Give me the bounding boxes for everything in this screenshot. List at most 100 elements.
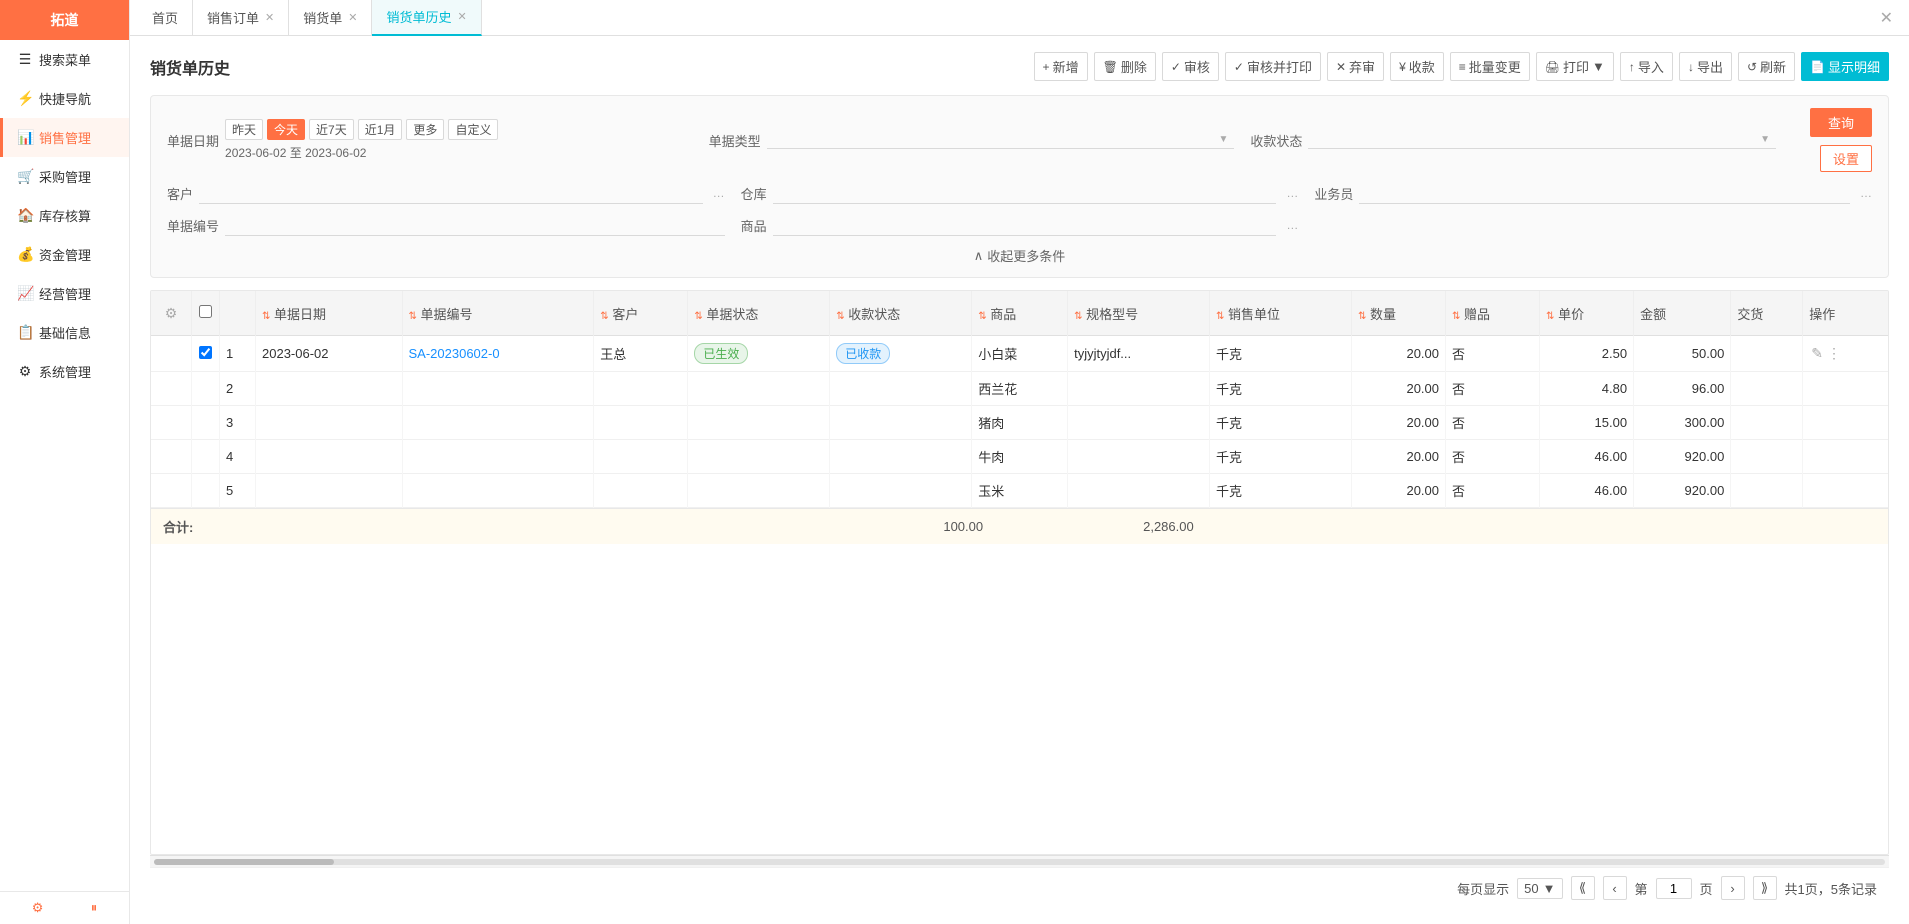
tab-close-sales-history[interactable]: ✕ <box>458 10 467 23</box>
goods-dots-btn[interactable]: … <box>1286 218 1298 232</box>
audit-print-btn-icon: ✓ <box>1234 60 1244 74</box>
first-page-btn[interactable]: ⟪ <box>1571 876 1595 900</box>
date-btn-today[interactable]: 今天 <box>267 119 305 140</box>
per-page-select[interactable]: 50 ▼ <box>1517 878 1562 899</box>
row-pay-status-0: 已收款 <box>830 336 972 372</box>
prev-page-btn[interactable]: ‹ <box>1603 876 1627 900</box>
sidebar-item-quick-nav[interactable]: ⚡快捷导航 <box>0 79 129 118</box>
tab-close-sales-order[interactable]: ✕ <box>265 11 274 24</box>
date-btn-custom[interactable]: 自定义 <box>448 119 498 140</box>
show-detail-button[interactable]: 📄显示明细 <box>1801 52 1889 81</box>
row-no-3: 4 <box>220 440 256 474</box>
warehouse-dots-btn[interactable]: … <box>1286 186 1298 200</box>
tab-sales-delivery[interactable]: 销货单✕ <box>289 0 372 36</box>
new-button[interactable]: +新增 <box>1034 52 1088 81</box>
date-btn-7days[interactable]: 近7天 <box>309 119 354 140</box>
import-button[interactable]: ↑导入 <box>1620 52 1673 81</box>
row-select-checkbox-0[interactable] <box>199 346 212 359</box>
doc-no-input[interactable] <box>225 214 725 236</box>
setup-button[interactable]: 设置 <box>1820 145 1872 172</box>
table-row: 4 牛肉 千克 20.00 否 46.00 920.00 <box>151 440 1888 474</box>
sidebar-item-purchase-mgmt[interactable]: 🛒采购管理 <box>0 157 129 196</box>
table-wrapper: ⚙ ⇅ 单据日期 ⇅ 单据编号 ⇅ 客户 ⇅ 单据状态 ⇅ 收款状态 ⇅ 商品 … <box>150 290 1889 855</box>
close-all-tabs-button[interactable]: ✕ <box>1872 8 1901 28</box>
row-amount-0: 50.00 <box>1634 336 1731 372</box>
table-header-row: ⚙ ⇅ 单据日期 ⇅ 单据编号 ⇅ 客户 ⇅ 单据状态 ⇅ 收款状态 ⇅ 商品 … <box>151 291 1888 336</box>
row-pay-status-4 <box>830 474 972 508</box>
pay-status-select[interactable]: ▼ <box>1308 131 1776 149</box>
row-doc-no-3 <box>402 440 594 474</box>
sidebar-toggle-btn[interactable]: ⏸ <box>91 900 98 916</box>
audit-btn-icon: ✓ <box>1171 60 1181 74</box>
tab-sales-history[interactable]: 销货单历史✕ <box>372 0 481 36</box>
sidebar-item-basic-info[interactable]: 📋基础信息 <box>0 313 129 352</box>
row-action-2 <box>1803 406 1888 440</box>
main-area: 首页销售订单✕销货单✕销货单历史✕ ✕ 销货单历史 +新增🗑删除✓审核✓审核并打… <box>130 0 1909 924</box>
row-qty-1: 20.00 <box>1351 372 1445 406</box>
row-settings-1 <box>151 372 192 406</box>
row-customer-0: 王总 <box>594 336 688 372</box>
next-page-btn[interactable]: › <box>1721 876 1745 900</box>
doc-type-select[interactable]: ▼ <box>767 131 1235 149</box>
table-settings-btn[interactable]: ⚙ <box>157 299 185 327</box>
tab-sales-order[interactable]: 销售订单✕ <box>193 0 289 36</box>
col-rowno <box>220 291 256 336</box>
sidebar-label-finance: 资金管理 <box>39 245 91 264</box>
scrollbar-track <box>154 859 1885 865</box>
warehouse-label: 仓库 <box>741 184 767 203</box>
tab-close-sales-delivery[interactable]: ✕ <box>348 11 357 24</box>
batch-change-button[interactable]: ≡批量变更 <box>1450 52 1530 81</box>
import-btn-icon: ↑ <box>1629 60 1635 74</box>
new-btn-icon: + <box>1043 60 1050 74</box>
sidebar-item-system[interactable]: ⚙系统管理 <box>0 352 129 391</box>
row-gift-0: 否 <box>1446 336 1540 372</box>
sidebar-item-finance[interactable]: 💰资金管理 <box>0 235 129 274</box>
staff-dots-btn[interactable]: … <box>1860 186 1872 200</box>
row-unit-price-2: 15.00 <box>1540 406 1634 440</box>
row-doc-date-2 <box>256 406 403 440</box>
page-number-input[interactable] <box>1656 878 1692 899</box>
scrollbar-thumb[interactable] <box>154 859 334 865</box>
query-area: 查询 设置 <box>1792 108 1872 172</box>
sidebar-label-operations: 经营管理 <box>39 284 91 303</box>
goods-input[interactable] <box>773 214 1277 236</box>
date-range-text: 2023-06-02 至 2023-06-02 <box>225 144 498 161</box>
customer-input[interactable] <box>199 182 703 204</box>
select-all-checkbox[interactable] <box>199 305 212 318</box>
filter-doc-date: 单据日期 昨天 今天 近7天 近1月 更多 自定义 2023-06-02 至 2… <box>167 119 693 161</box>
row-qty-2: 20.00 <box>1351 406 1445 440</box>
query-button[interactable]: 查询 <box>1810 108 1872 137</box>
customer-dots-btn[interactable]: … <box>713 186 725 200</box>
edit-action-icon-0[interactable]: ✎ <box>1811 345 1823 361</box>
row-gift-2: 否 <box>1446 406 1540 440</box>
sidebar-item-sales-mgmt[interactable]: 📊销售管理 <box>0 118 129 157</box>
sidebar-item-search-menu[interactable]: ☰搜索菜单 <box>0 40 129 79</box>
audit-button[interactable]: ✓审核 <box>1162 52 1219 81</box>
print-button[interactable]: 🖨打印▼ <box>1536 52 1614 81</box>
more-action-icon-0[interactable]: ⋮ <box>1827 345 1841 361</box>
collapse-button[interactable]: ∧ 收起更多条件 <box>974 246 1066 265</box>
abandon-button[interactable]: ✕弃审 <box>1327 52 1384 81</box>
refresh-button[interactable]: ↺刷新 <box>1738 52 1795 81</box>
sidebar-item-inventory[interactable]: 🏠库存核算 <box>0 196 129 235</box>
footer-qty-value: 100.00 <box>943 519 1023 534</box>
warehouse-input[interactable] <box>773 182 1277 204</box>
doc-date-label: 单据日期 <box>167 131 219 150</box>
date-btn-yesterday[interactable]: 昨天 <box>225 119 263 140</box>
refresh-btn-icon: ↺ <box>1747 60 1757 74</box>
delete-button[interactable]: 🗑删除 <box>1094 52 1156 81</box>
horizontal-scrollbar[interactable] <box>150 855 1889 867</box>
row-checkbox-3 <box>192 440 220 474</box>
sidebar-settings-btn[interactable]: ⚙ <box>32 900 44 916</box>
last-page-btn[interactable]: ⟫ <box>1753 876 1777 900</box>
staff-input[interactable] <box>1359 182 1850 204</box>
basic-info-icon: 📋 <box>17 324 33 341</box>
date-btn-1month[interactable]: 近1月 <box>358 119 403 140</box>
tab-home[interactable]: 首页 <box>138 0 193 36</box>
doc-no-link-0[interactable]: SA-20230602-0 <box>409 346 500 361</box>
collect-button[interactable]: ¥收款 <box>1390 52 1444 81</box>
date-btn-more[interactable]: 更多 <box>406 119 444 140</box>
audit-print-button[interactable]: ✓审核并打印 <box>1225 52 1321 81</box>
export-button[interactable]: ↓导出 <box>1679 52 1732 81</box>
sidebar-item-operations[interactable]: 📈经营管理 <box>0 274 129 313</box>
